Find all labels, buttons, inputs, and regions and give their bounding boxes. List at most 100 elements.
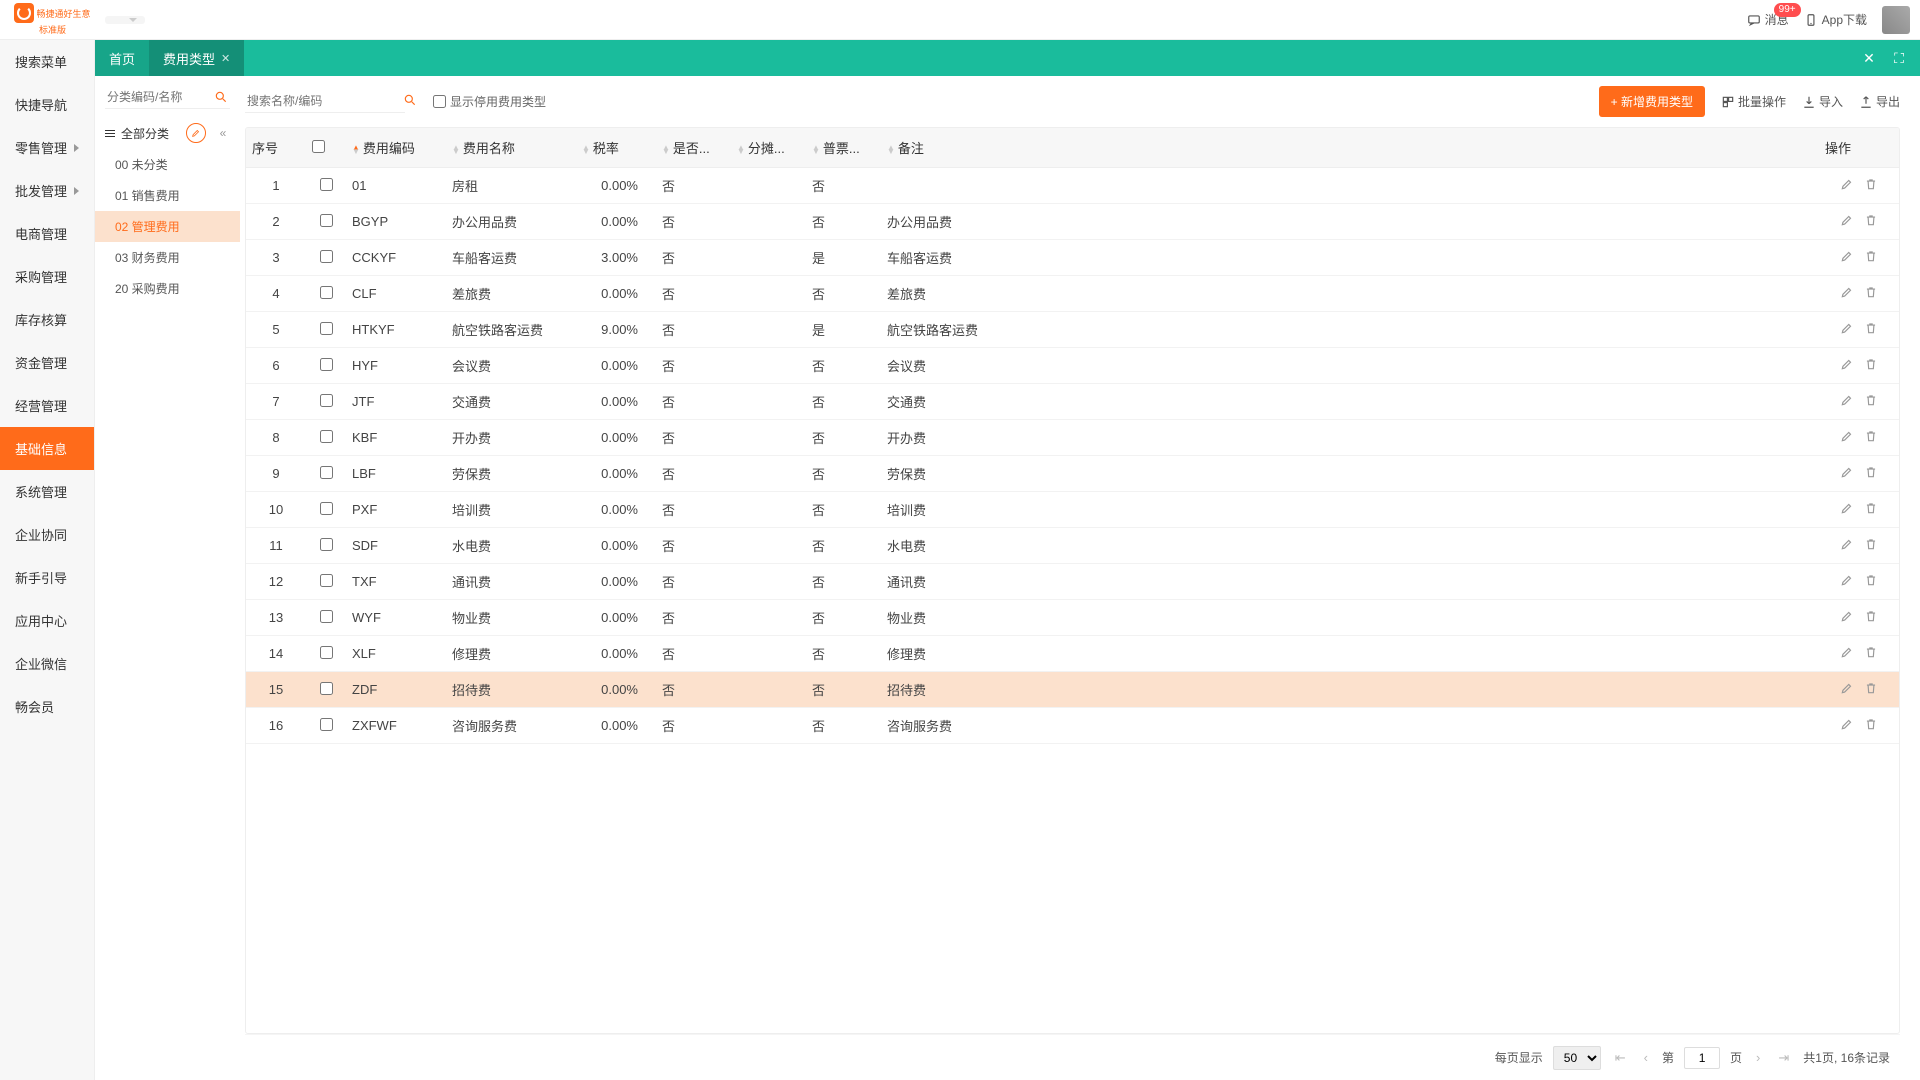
sidebar-item[interactable]: 采购管理 (0, 255, 94, 298)
row-checkbox[interactable] (320, 682, 333, 695)
delete-icon[interactable] (1864, 609, 1878, 626)
table-row[interactable]: 16ZXFWF咨询服务费0.00%否否咨询服务费 (246, 708, 1899, 744)
row-checkbox[interactable] (320, 502, 333, 515)
row-checkbox[interactable] (320, 214, 333, 227)
table-row[interactable]: 13WYF物业费0.00%否否物业费 (246, 600, 1899, 636)
edit-icon[interactable] (1840, 717, 1854, 734)
app-download-button[interactable]: App下载 (1804, 11, 1867, 28)
delete-icon[interactable] (1864, 465, 1878, 482)
table-row[interactable]: 6HYF会议费0.00%否否会议费 (246, 348, 1899, 384)
sidebar-item[interactable]: 系统管理 (0, 470, 94, 513)
edit-icon[interactable] (1840, 537, 1854, 554)
edit-icon[interactable] (1840, 609, 1854, 626)
row-checkbox[interactable] (320, 250, 333, 263)
search-icon[interactable] (403, 93, 417, 110)
delete-icon[interactable] (1864, 501, 1878, 518)
delete-icon[interactable] (1864, 681, 1878, 698)
delete-icon[interactable] (1864, 213, 1878, 230)
edit-icon[interactable] (1840, 177, 1854, 194)
row-checkbox[interactable] (320, 718, 333, 731)
sidebar-item[interactable]: 经营管理 (0, 384, 94, 427)
per-page-select[interactable]: 50 (1553, 1046, 1601, 1070)
delete-icon[interactable] (1864, 321, 1878, 338)
row-checkbox[interactable] (320, 358, 333, 371)
sidebar-item[interactable]: 资金管理 (0, 341, 94, 384)
category-item[interactable]: 20 采购费用 (95, 273, 240, 304)
row-checkbox[interactable] (320, 322, 333, 335)
col-pz[interactable]: ▲▼普票... (806, 128, 881, 168)
prev-page-icon[interactable]: ‹ (1640, 1050, 1652, 1065)
edit-icon[interactable] (1840, 429, 1854, 446)
delete-icon[interactable] (1864, 573, 1878, 590)
row-checkbox[interactable] (320, 394, 333, 407)
edit-icon[interactable] (1840, 681, 1854, 698)
tab-home[interactable]: 首页 (95, 40, 149, 76)
next-page-icon[interactable]: › (1752, 1050, 1764, 1065)
row-checkbox[interactable] (320, 646, 333, 659)
sidebar-item[interactable]: 企业微信 (0, 642, 94, 685)
col-alloc[interactable]: ▲▼分摊... (731, 128, 806, 168)
all-categories-label[interactable]: 全部分类 (121, 125, 169, 142)
col-name[interactable]: ▲▼费用名称 (446, 128, 576, 168)
show-disabled-input[interactable] (433, 95, 446, 108)
edit-icon[interactable] (1840, 465, 1854, 482)
col-rate[interactable]: ▲▼税率 (576, 128, 656, 168)
sidebar-item[interactable]: 库存核算 (0, 298, 94, 341)
edit-icon[interactable] (1840, 249, 1854, 266)
edit-icon[interactable] (1840, 357, 1854, 374)
row-checkbox[interactable] (320, 538, 333, 551)
row-checkbox[interactable] (320, 286, 333, 299)
tab-close-all-icon[interactable]: ✕ (1858, 47, 1880, 69)
row-checkbox[interactable] (320, 610, 333, 623)
delete-icon[interactable] (1864, 645, 1878, 662)
tab[interactable]: 费用类型✕ (149, 40, 244, 76)
table-row[interactable]: 7JTF交通费0.00%否否交通费 (246, 384, 1899, 420)
table-row[interactable]: 12TXF通讯费0.00%否否通讯费 (246, 564, 1899, 600)
table-row[interactable]: 4CLF差旅费0.00%否否差旅费 (246, 276, 1899, 312)
delete-icon[interactable] (1864, 177, 1878, 194)
table-row[interactable]: 15ZDF招待费0.00%否否招待费 (246, 672, 1899, 708)
sidebar-item[interactable]: 新手引导 (0, 556, 94, 599)
table-row[interactable]: 2BGYP办公用品费0.00%否否办公用品费 (246, 204, 1899, 240)
sidebar-item[interactable]: 零售管理 (0, 126, 94, 169)
delete-icon[interactable] (1864, 393, 1878, 410)
company-selector[interactable] (105, 16, 145, 24)
table-row[interactable]: 8KBF开办费0.00%否否开办费 (246, 420, 1899, 456)
category-item[interactable]: 01 销售费用 (95, 180, 240, 211)
delete-icon[interactable] (1864, 537, 1878, 554)
table-search-input[interactable] (245, 90, 405, 113)
table-row[interactable]: 101房租0.00%否否 (246, 168, 1899, 204)
edit-icon[interactable] (1840, 393, 1854, 410)
last-page-icon[interactable]: ⇥ (1774, 1050, 1793, 1066)
sidebar-item[interactable]: 快捷导航 (0, 83, 94, 126)
avatar[interactable] (1882, 6, 1910, 34)
fullscreen-icon[interactable]: ⛶ (1888, 47, 1910, 69)
edit-icon[interactable] (1840, 321, 1854, 338)
delete-icon[interactable] (1864, 357, 1878, 374)
table-row[interactable]: 14XLF修理费0.00%否否修理费 (246, 636, 1899, 672)
row-checkbox[interactable] (320, 430, 333, 443)
collapse-panel-icon[interactable]: « (216, 126, 230, 140)
first-page-icon[interactable]: ⇤ (1611, 1050, 1630, 1066)
row-checkbox[interactable] (320, 178, 333, 191)
row-checkbox[interactable] (320, 574, 333, 587)
category-item[interactable]: 00 未分类 (95, 149, 240, 180)
batch-ops-button[interactable]: 批量操作 (1721, 93, 1786, 110)
table-row[interactable]: 9LBF劳保费0.00%否否劳保费 (246, 456, 1899, 492)
table-row[interactable]: 5HTKYF航空铁路客运费9.00%否是航空铁路客运费 (246, 312, 1899, 348)
sidebar-item[interactable]: 搜索菜单 (0, 40, 94, 83)
import-button[interactable]: 导入 (1802, 93, 1843, 110)
col-seq[interactable]: 序号 (246, 128, 306, 168)
row-checkbox[interactable] (320, 466, 333, 479)
edit-icon[interactable] (1840, 645, 1854, 662)
select-all-checkbox[interactable] (312, 140, 325, 153)
search-icon[interactable] (214, 90, 228, 107)
edit-icon[interactable] (1840, 501, 1854, 518)
messages-button[interactable]: 消息 99+ (1747, 11, 1789, 28)
sidebar-item[interactable]: 应用中心 (0, 599, 94, 642)
category-item[interactable]: 02 管理费用 (95, 211, 240, 242)
col-remark[interactable]: ▲▼备注 (881, 128, 1819, 168)
add-fee-type-button[interactable]: + 新增费用类型 (1599, 86, 1705, 117)
delete-icon[interactable] (1864, 285, 1878, 302)
table-row[interactable]: 3CCKYF车船客运费3.00%否是车船客运费 (246, 240, 1899, 276)
